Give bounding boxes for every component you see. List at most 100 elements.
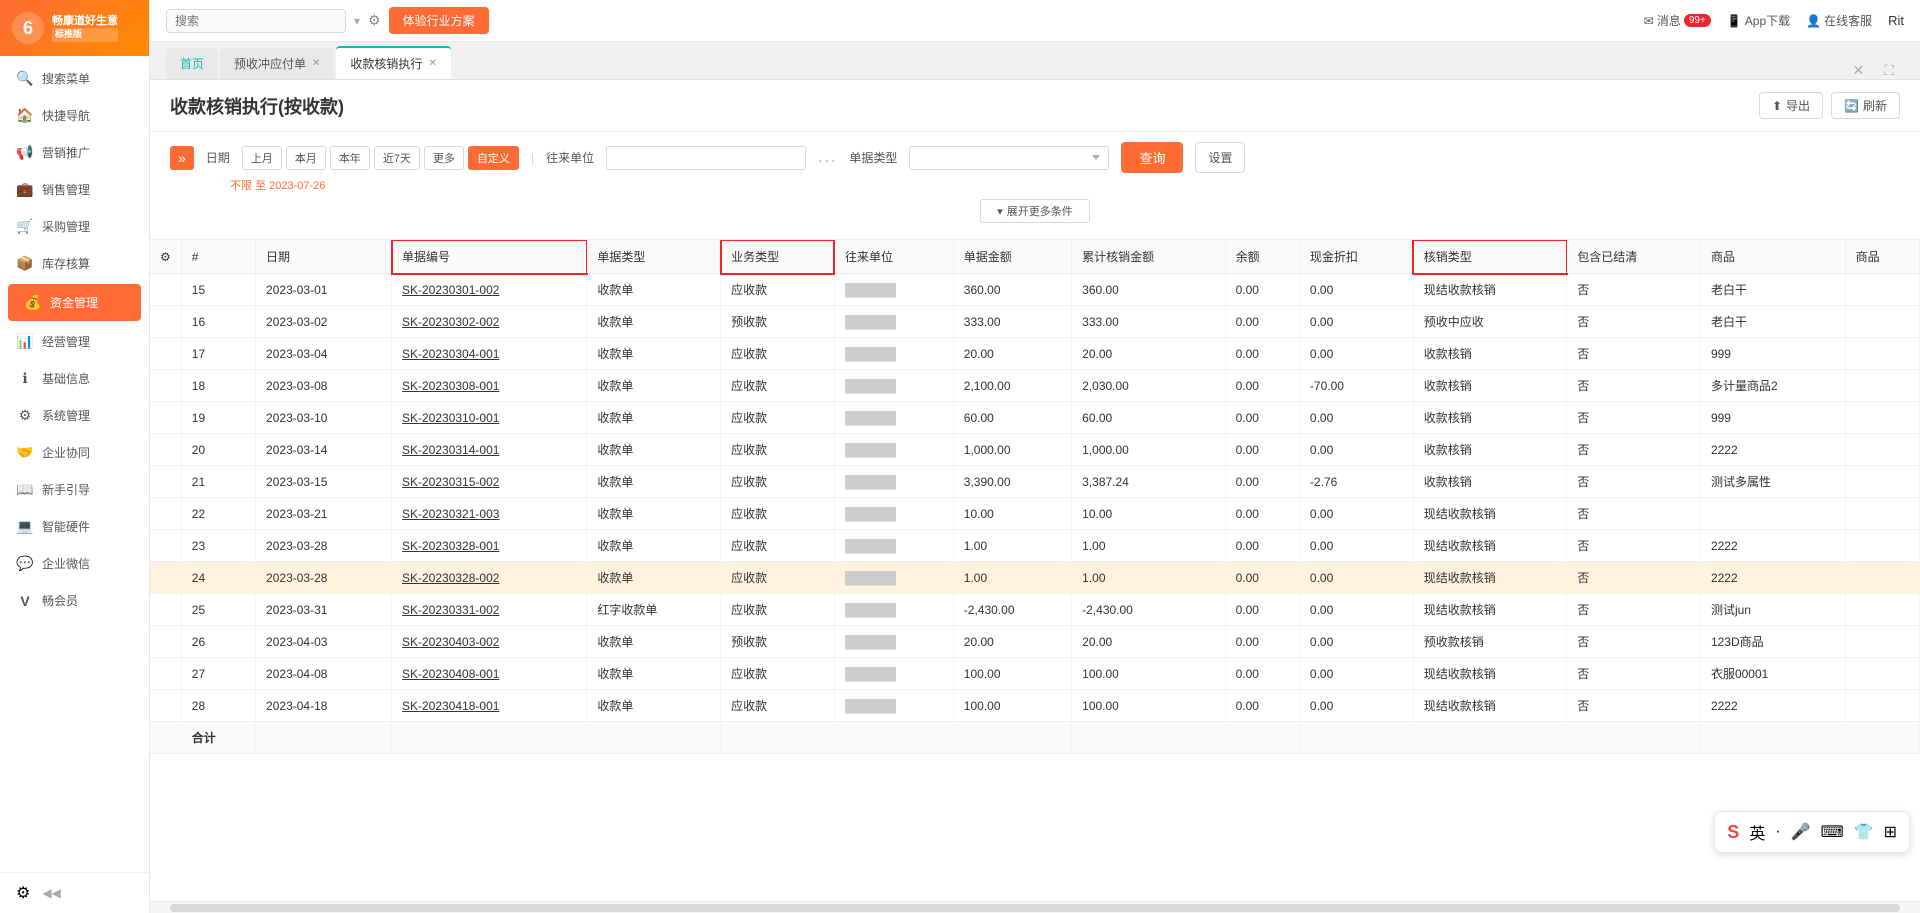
table-cell: 老白干	[1700, 274, 1845, 306]
tab-prepay[interactable]: 预收冲应付单 ✕	[220, 48, 334, 79]
bill-no-cell[interactable]: SK-20230302-002	[392, 306, 587, 338]
tab-close-prepay[interactable]: ✕	[312, 58, 320, 69]
sidebar-item-basic[interactable]: ℹ基础信息	[0, 360, 149, 397]
total-cell	[1413, 722, 1566, 754]
sidebar-item-hardware[interactable]: 💻智能硬件	[0, 508, 149, 545]
col-settings[interactable]: ⚙	[150, 240, 181, 274]
bill-no-cell[interactable]: SK-20230308-001	[392, 370, 587, 402]
bill-no-cell[interactable]: SK-20230403-002	[392, 626, 587, 658]
online-service-link[interactable]: 👤 在线客服	[1806, 12, 1872, 29]
bill-no-cell[interactable]: SK-20230310-001	[392, 402, 587, 434]
settings-footer-icon[interactable]: ⚙	[16, 883, 30, 903]
bill-no-cell[interactable]: SK-20230408-001	[392, 658, 587, 690]
inventory-icon: 📦	[16, 255, 34, 272]
table-row: 172023-03-04SK-20230304-001收款单应收款██████2…	[150, 338, 1920, 370]
bill-no-cell[interactable]: SK-20230321-003	[392, 498, 587, 530]
float-tool-shirt[interactable]: 👕	[1854, 822, 1874, 842]
expand-icon: ▾	[997, 205, 1003, 218]
sidebar-item-search[interactable]: 🔍搜索菜单	[0, 60, 149, 97]
app-download-link[interactable]: 📱 App下载	[1727, 12, 1790, 29]
watermark-s-icon: S	[1727, 822, 1739, 843]
table-cell: 2023-03-02	[256, 306, 392, 338]
table-cell: ██████	[834, 658, 953, 690]
bill-no-cell[interactable]: SK-20230328-002	[392, 562, 587, 594]
sidebar-item-operations[interactable]: 📊经营管理	[0, 323, 149, 360]
sidebar-item-purchase[interactable]: 🛒采购管理	[0, 208, 149, 245]
date-range-row: 不限 至 2023-07-26	[170, 177, 1900, 193]
table-cell	[150, 562, 181, 594]
tab-home[interactable]: 首页	[166, 48, 218, 79]
table-cell: 21	[181, 466, 255, 498]
bill-no-cell[interactable]: SK-20230331-002	[392, 594, 587, 626]
main-content: ▾ ⚙ 体验行业方案 ✉ 消息 99+ 📱 App下载 👤 在线客服 Rit 首…	[150, 0, 1920, 913]
date-btn-this-month[interactable]: 本月	[286, 146, 326, 170]
date-btn-custom[interactable]: 自定义	[468, 146, 519, 170]
float-tool-2[interactable]: ·	[1775, 823, 1780, 841]
float-tool-keyboard[interactable]: ⌨	[1821, 822, 1844, 842]
sidebar-item-inventory[interactable]: 📦库存核算	[0, 245, 149, 282]
float-tool-mic[interactable]: 🎤	[1791, 822, 1811, 842]
tab-close-collection[interactable]: ✕	[428, 58, 436, 69]
industry-btn[interactable]: 体验行业方案	[389, 7, 489, 34]
export-icon: ⬆	[1772, 99, 1782, 113]
expand-more-btn[interactable]: ▾ 展开更多条件	[980, 199, 1090, 223]
bill-no-cell[interactable]: SK-20230418-001	[392, 690, 587, 722]
tab-collection[interactable]: 收款核销执行 ✕	[336, 46, 450, 79]
query-button[interactable]: 查询	[1121, 142, 1183, 173]
table-cell: 0.00	[1299, 434, 1413, 466]
sidebar-item-marketing[interactable]: 📢营销推广	[0, 134, 149, 171]
gear-icon[interactable]: ⚙	[368, 12, 381, 29]
col-bill-type: 单据类型	[587, 240, 721, 274]
table-cell: 否	[1567, 402, 1701, 434]
dropdown-arrow-icon[interactable]: ▾	[354, 14, 360, 28]
sidebar-item-finance[interactable]: 💰资金管理	[8, 284, 141, 321]
table-cell: 1.00	[953, 562, 1071, 594]
collapse-icon[interactable]: ◀◀	[42, 886, 60, 900]
table-cell	[1845, 658, 1919, 690]
horizontal-scrollbar[interactable]	[170, 904, 1900, 912]
logo-text: 畅康道好生意 标推版	[52, 14, 118, 42]
tab-expand-icon[interactable]: ⛶	[1874, 62, 1904, 79]
total-cell	[953, 722, 1071, 754]
sidebar-item-guide[interactable]: 📖新手引导	[0, 471, 149, 508]
tab-close-all-icon[interactable]: ✕	[1842, 62, 1874, 79]
bill-no-cell[interactable]: SK-20230328-001	[392, 530, 587, 562]
date-btn-more[interactable]: 更多	[424, 146, 464, 170]
table-cell: 多计量商品2	[1700, 370, 1845, 402]
table-cell: 预收款核销	[1413, 626, 1566, 658]
bill-no-cell[interactable]: SK-20230314-001	[392, 434, 587, 466]
bill-no-cell[interactable]: SK-20230315-002	[392, 466, 587, 498]
date-btn-this-year[interactable]: 本年	[330, 146, 370, 170]
table-cell: 收款单	[587, 370, 721, 402]
sidebar-item-sales[interactable]: 💼销售管理	[0, 171, 149, 208]
sidebar-item-vip[interactable]: V畅会员	[0, 582, 149, 619]
date-btn-last-month[interactable]: 上月	[242, 146, 282, 170]
sidebar-item-wechat[interactable]: 💬企业微信	[0, 545, 149, 582]
bill-no-cell[interactable]: SK-20230301-002	[392, 274, 587, 306]
table-cell: 60.00	[953, 402, 1071, 434]
col-no: #	[181, 240, 255, 274]
refresh-button[interactable]: 🔄 刷新	[1831, 92, 1900, 119]
setting-button[interactable]: 设置	[1195, 142, 1245, 173]
message-label[interactable]: ✉ 消息 99+	[1644, 12, 1711, 29]
bill-type-filter-select[interactable]	[909, 146, 1109, 170]
export-button[interactable]: ⬆ 导出	[1759, 92, 1823, 119]
bill-no-cell[interactable]: SK-20230304-001	[392, 338, 587, 370]
expand-sidebar-btn[interactable]: »	[170, 146, 194, 170]
sidebar-item-nav[interactable]: 🏠快捷导航	[0, 97, 149, 134]
user-name[interactable]: Rit	[1888, 13, 1904, 28]
date-btn-7days[interactable]: 近7天	[374, 146, 420, 170]
float-tool-grid[interactable]: ⊞	[1884, 822, 1897, 842]
table-cell: 老白干	[1700, 306, 1845, 338]
total-cell	[587, 722, 721, 754]
page-header: 收款核销执行(按收款) ⬆ 导出 🔄 刷新	[150, 80, 1920, 132]
partner-filter-input[interactable]	[606, 146, 806, 170]
sidebar-item-system[interactable]: ⚙系统管理	[0, 397, 149, 434]
sidebar-item-collab[interactable]: 🤝企业协同	[0, 434, 149, 471]
vip-icon: V	[16, 593, 34, 609]
table-cell: 测试jun	[1700, 594, 1845, 626]
sales-icon: 💼	[16, 181, 34, 198]
col-verified: 累计核销金额	[1072, 240, 1225, 274]
float-tool-1[interactable]: 英	[1749, 820, 1765, 844]
search-input[interactable]	[166, 9, 346, 33]
